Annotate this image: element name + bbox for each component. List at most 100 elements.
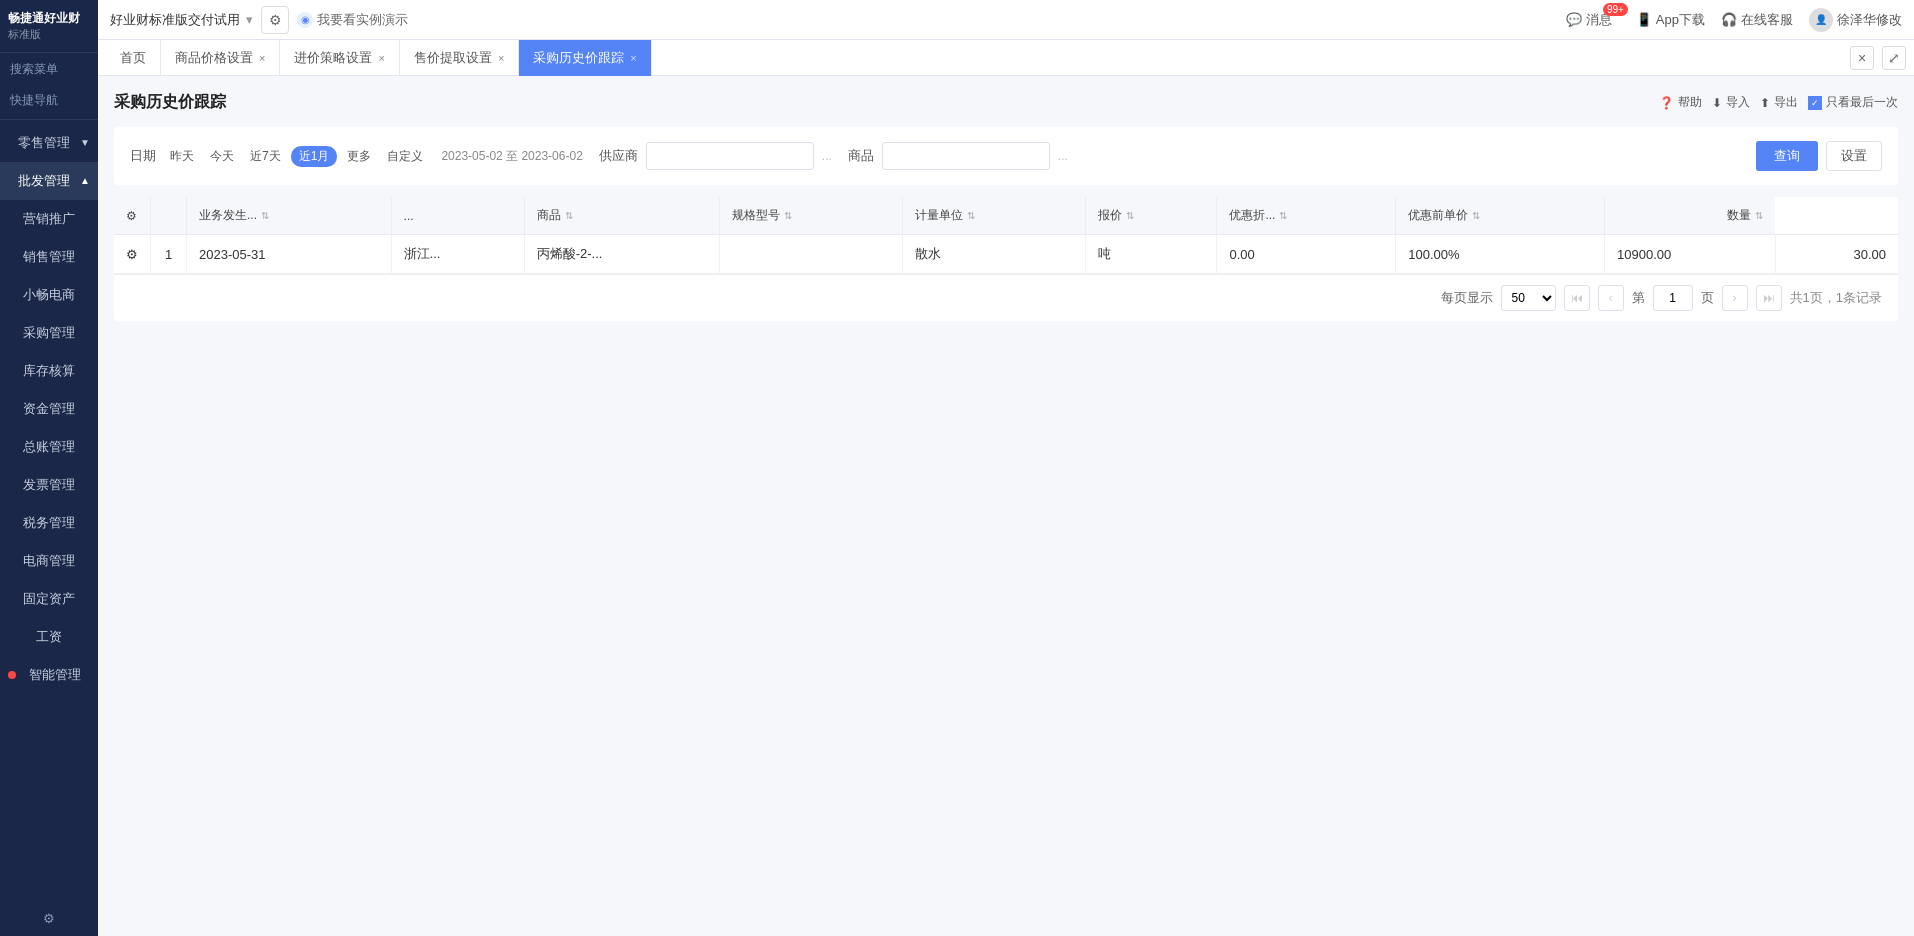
version-selector[interactable]: 好业财标准版交付试用 ▾ (110, 11, 253, 29)
sidebar-item-invoice[interactable]: 发票管理 (0, 466, 98, 504)
supplier-dots[interactable]: ... (822, 149, 832, 163)
tab-purchase-history[interactable]: 采购历史价跟踪 × (519, 40, 651, 76)
sidebar-item-retail[interactable]: 零售管理 ▼ (0, 124, 98, 162)
sidebar-item-marketing[interactable]: 营销推广 (0, 200, 98, 238)
query-button[interactable]: 查询 (1756, 141, 1818, 171)
product-input[interactable] (882, 142, 1050, 170)
cell-price-unit: 吨 (1086, 235, 1217, 274)
cell-gear[interactable]: ⚙ (114, 235, 151, 274)
filter-buttons: 查询 设置 (1756, 141, 1882, 171)
tab-purchase-history-label: 采购历史价跟踪 (533, 49, 624, 67)
per-page-select[interactable]: 20 50 100 200 (1501, 285, 1556, 311)
sidebar-item-wholesale[interactable]: 批发管理 ▲ (0, 162, 98, 200)
online-service-label: 在线客服 (1741, 11, 1793, 29)
tab-close-all-button[interactable]: × (1850, 46, 1874, 70)
filter-supplier-group: 供应商 ... (599, 142, 832, 170)
th-product[interactable]: 商品 ⇅ (524, 197, 719, 235)
import-button[interactable]: ⬇ 导入 (1712, 94, 1750, 111)
sort-icon-date[interactable]: ⇅ (261, 210, 269, 221)
filter-panel: 日期 昨天 今天 近7天 近1月 更多 自定义 2023-05-02 至 202… (114, 127, 1898, 185)
sort-icon-unit[interactable]: ⇅ (967, 210, 975, 221)
date-option-more[interactable]: 更多 (341, 146, 377, 167)
product-dots[interactable]: ... (1058, 149, 1068, 163)
sidebar-item-smart[interactable]: 智能管理 (0, 656, 98, 694)
tab-purchase-strategy-close[interactable]: × (378, 52, 384, 64)
tab-commodity-price[interactable]: 商品价格设置 × (161, 40, 280, 76)
filter-date-group: 日期 昨天 今天 近7天 近1月 更多 自定义 2023-05-02 至 202… (130, 146, 583, 167)
sort-icon-pre-discount[interactable]: ⇅ (1472, 210, 1480, 221)
messages-button[interactable]: 💬 消息 99+ (1566, 11, 1620, 29)
sidebar-item-search[interactable]: 搜索菜单 (0, 53, 98, 86)
user-info[interactable]: 👤 徐泽华修改 (1809, 8, 1902, 32)
headset-icon: 🎧 (1721, 12, 1737, 27)
sidebar-item-finance[interactable]: 资金管理 (0, 390, 98, 428)
sort-icon-product[interactable]: ⇅ (565, 210, 573, 221)
page-header: 采购历史价跟踪 ❓ 帮助 ⬇ 导入 ⬆ 导出 ✓ 只看最后一次 (114, 92, 1898, 113)
demo-label: 我要看实例演示 (317, 11, 408, 29)
last-only-checkbox[interactable]: ✓ 只看最后一次 (1808, 94, 1898, 111)
sidebar-item-inventory[interactable]: 库存核算 (0, 352, 98, 390)
date-options: 昨天 今天 近7天 近1月 更多 自定义 (164, 146, 429, 167)
th-spec[interactable]: 规格型号 ⇅ (720, 197, 903, 235)
sort-icon-quantity[interactable]: ⇅ (1755, 210, 1763, 221)
sort-icon-spec[interactable]: ⇅ (784, 210, 792, 221)
sort-icon-price[interactable]: ⇅ (1126, 210, 1134, 221)
import-label: 导入 (1726, 94, 1750, 111)
tab-commodity-price-close[interactable]: × (259, 52, 265, 64)
page-input[interactable] (1653, 285, 1693, 311)
date-option-today[interactable]: 今天 (204, 146, 240, 167)
table-header-row: ⚙ 业务发生... ⇅ ... (114, 197, 1898, 235)
th-dots[interactable]: ... (391, 197, 524, 235)
settings-button[interactable]: 设置 (1826, 141, 1882, 171)
next-page-button[interactable]: › (1722, 285, 1748, 311)
tab-expand-button[interactable]: ⤢ (1882, 46, 1906, 70)
sidebar-item-sales[interactable]: 销售管理 (0, 238, 98, 276)
th-pre-discount-price[interactable]: 优惠前单价 ⇅ (1396, 197, 1605, 235)
tab-home[interactable]: 首页 (106, 40, 161, 76)
th-quantity-label: 数量 (1727, 207, 1751, 224)
sort-icon-discount[interactable]: ⇅ (1279, 210, 1287, 221)
tab-purchase-strategy[interactable]: 进价策略设置 × (280, 40, 399, 76)
tab-sale-price-close[interactable]: × (498, 52, 504, 64)
sidebar-item-ecommerce[interactable]: 电商管理 (0, 542, 98, 580)
prev-page-button[interactable]: ‹ (1598, 285, 1624, 311)
gear-icon: ⚙ (126, 209, 137, 223)
date-option-7days[interactable]: 近7天 (244, 146, 287, 167)
sidebar-item-quick-nav[interactable]: 快捷导航 (0, 86, 98, 115)
date-option-custom[interactable]: 自定义 (381, 146, 429, 167)
th-discount[interactable]: 优惠折... ⇅ (1217, 197, 1396, 235)
page-suffix: 页 (1701, 289, 1714, 307)
sidebar-settings-button[interactable]: ⚙ (0, 901, 98, 936)
help-button[interactable]: ❓ 帮助 (1659, 94, 1702, 111)
th-price[interactable]: 报价 ⇅ (1086, 197, 1217, 235)
sidebar-item-hr[interactable]: 工资 (0, 618, 98, 656)
tab-purchase-history-close[interactable]: × (630, 52, 636, 64)
topbar-gear-button[interactable]: ⚙ (261, 6, 289, 34)
th-gear[interactable]: ⚙ (114, 197, 151, 235)
cell-pre-discount: 10900.00 (1605, 235, 1776, 274)
row-gear-icon[interactable]: ⚙ (126, 247, 138, 262)
demo-button[interactable]: ◉ 我要看实例演示 (297, 11, 408, 29)
checkbox-icon: ✓ (1808, 96, 1822, 110)
sidebar-item-ecommerce-lite[interactable]: 小畅电商 (0, 276, 98, 314)
tab-sale-price-label: 售价提取设置 (414, 49, 492, 67)
last-page-button[interactable]: ⏭ (1756, 285, 1782, 311)
date-option-1month[interactable]: 近1月 (291, 146, 338, 167)
first-page-button[interactable]: ⏮ (1564, 285, 1590, 311)
sidebar-item-general-ledger[interactable]: 总账管理 (0, 428, 98, 466)
app-download-button[interactable]: 📱 App下载 (1636, 11, 1705, 29)
supplier-input[interactable] (646, 142, 814, 170)
tab-home-label: 首页 (120, 49, 146, 67)
th-quantity[interactable]: 数量 ⇅ (1605, 197, 1776, 235)
tab-sale-price[interactable]: 售价提取设置 × (400, 40, 519, 76)
sidebar-item-tax[interactable]: 税务管理 (0, 504, 98, 542)
sidebar-item-purchase[interactable]: 采购管理 (0, 314, 98, 352)
sidebar-item-fixed-assets[interactable]: 固定资产 (0, 580, 98, 618)
cell-seq: 1 (151, 235, 187, 274)
export-button[interactable]: ⬆ 导出 (1760, 94, 1798, 111)
th-price-label: 报价 (1098, 207, 1122, 224)
th-unit[interactable]: 计量单位 ⇅ (903, 197, 1086, 235)
th-date[interactable]: 业务发生... ⇅ (187, 197, 392, 235)
online-service-button[interactable]: 🎧 在线客服 (1721, 11, 1793, 29)
date-option-yesterday[interactable]: 昨天 (164, 146, 200, 167)
